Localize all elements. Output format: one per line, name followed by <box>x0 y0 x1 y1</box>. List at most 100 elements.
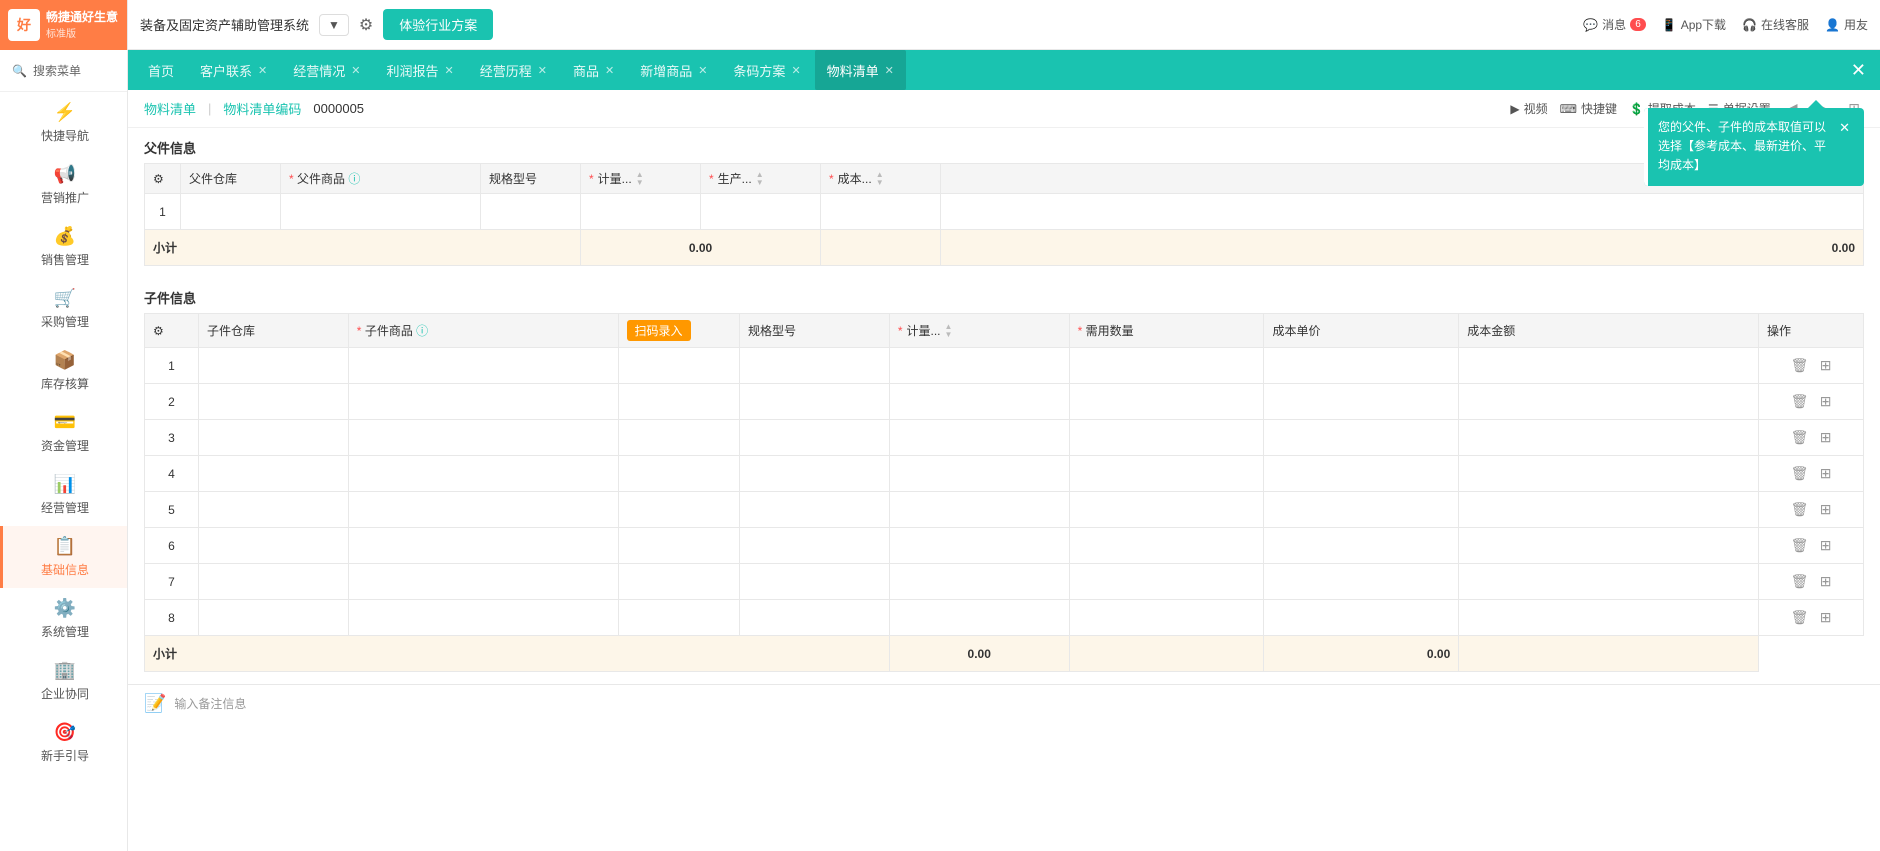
sidebar-item-operations[interactable]: 📊 经营管理 <box>0 464 127 526</box>
sidebar-item-purchase[interactable]: 🛒 采购管理 <box>0 278 127 340</box>
user-avatar[interactable]: 👤 用友 <box>1825 16 1868 33</box>
child-unit-cell-8[interactable] <box>889 600 1069 636</box>
child-product-cell-5[interactable] <box>348 492 618 528</box>
child-delete-btn-5[interactable]: 🗑 <box>1787 499 1813 520</box>
scan-input-button[interactable]: 扫码录入 <box>627 320 691 341</box>
child-product-cell-7[interactable] <box>348 564 618 600</box>
child-qty-cell-6[interactable] <box>1069 528 1264 564</box>
sidebar-item-quick-nav[interactable]: ⚡ 快捷导航 <box>0 92 127 154</box>
online-service-button[interactable]: 🎧 在线客服 <box>1742 16 1809 33</box>
child-delete-btn-8[interactable]: 🗑 <box>1787 607 1813 628</box>
tab-profit-close[interactable]: ✕ <box>445 64 454 77</box>
child-copy-btn-8[interactable]: ⊞ <box>1816 607 1836 628</box>
child-unitcost-cell-1[interactable] <box>1264 348 1459 384</box>
child-qty-cell-4[interactable] <box>1069 456 1264 492</box>
child-warehouse-cell-2[interactable] <box>198 384 348 420</box>
child-unitcost-cell-3[interactable] <box>1264 420 1459 456</box>
child-spec-cell-4[interactable] <box>739 456 889 492</box>
child-delete-btn-4[interactable]: 🗑 <box>1787 463 1813 484</box>
video-button[interactable]: ▶ 视频 <box>1510 100 1547 117</box>
tab-operations-close[interactable]: ✕ <box>351 64 360 77</box>
child-warehouse-cell-6[interactable] <box>198 528 348 564</box>
child-unit-cell-7[interactable] <box>889 564 1069 600</box>
child-product-cell-2[interactable] <box>348 384 618 420</box>
parent-cost-cell[interactable] <box>821 194 941 230</box>
child-qty-cell-1[interactable] <box>1069 348 1264 384</box>
child-spec-cell-3[interactable] <box>739 420 889 456</box>
child-copy-btn-5[interactable]: ⊞ <box>1816 499 1836 520</box>
child-qty-cell-3[interactable] <box>1069 420 1264 456</box>
child-copy-btn-7[interactable]: ⊞ <box>1816 571 1836 592</box>
tab-barcode[interactable]: 条码方案 ✕ <box>721 50 812 90</box>
child-delete-btn-6[interactable]: 🗑 <box>1787 535 1813 556</box>
child-delete-btn-3[interactable]: 🗑 <box>1787 427 1813 448</box>
tab-profit[interactable]: 利润报告 ✕ <box>374 50 465 90</box>
tab-new-goods[interactable]: 新增商品 ✕ <box>628 50 719 90</box>
child-qty-cell-8[interactable] <box>1069 600 1264 636</box>
sidebar-item-basic-info[interactable]: 📋 基础信息 <box>0 526 127 588</box>
child-spec-cell-5[interactable] <box>739 492 889 528</box>
tab-goods[interactable]: 商品 ✕ <box>561 50 626 90</box>
child-delete-btn-7[interactable]: 🗑 <box>1787 571 1813 592</box>
tab-operations[interactable]: 经营情况 ✕ <box>281 50 372 90</box>
child-product-cell-3[interactable] <box>348 420 618 456</box>
child-warehouse-cell-1[interactable] <box>198 348 348 384</box>
sys-dropdown-button[interactable]: ▼ <box>319 14 349 36</box>
parent-unit-cell[interactable] <box>581 194 701 230</box>
child-copy-btn-6[interactable]: ⊞ <box>1816 535 1836 556</box>
close-all-tabs-button[interactable]: ✕ <box>1845 60 1872 81</box>
child-unitcost-cell-5[interactable] <box>1264 492 1459 528</box>
tab-customers[interactable]: 客户联系 ✕ <box>188 50 279 90</box>
child-unitcost-cell-2[interactable] <box>1264 384 1459 420</box>
sidebar-item-marketing[interactable]: 📢 营销推广 <box>0 154 127 216</box>
child-unit-cell-5[interactable] <box>889 492 1069 528</box>
parent-produce-cell[interactable] <box>701 194 821 230</box>
child-warehouse-cell-8[interactable] <box>198 600 348 636</box>
sidebar-item-inventory[interactable]: 📦 库存核算 <box>0 340 127 402</box>
child-delete-btn-1[interactable]: 🗑 <box>1787 355 1813 376</box>
child-copy-btn-1[interactable]: ⊞ <box>1816 355 1836 376</box>
settings-gear-button[interactable]: ⚙ <box>359 15 373 35</box>
child-spec-cell-1[interactable] <box>739 348 889 384</box>
trial-button[interactable]: 体验行业方案 <box>383 9 493 40</box>
parent-warehouse-cell[interactable] <box>181 194 281 230</box>
tab-customers-close[interactable]: ✕ <box>258 64 267 77</box>
child-unitcost-cell-8[interactable] <box>1264 600 1459 636</box>
tab-home[interactable]: 首页 <box>136 50 186 90</box>
child-spec-cell-8[interactable] <box>739 600 889 636</box>
child-warehouse-cell-3[interactable] <box>198 420 348 456</box>
child-spec-cell-7[interactable] <box>739 564 889 600</box>
child-copy-btn-3[interactable]: ⊞ <box>1816 427 1836 448</box>
tab-bom[interactable]: 物料清单 ✕ <box>815 50 906 90</box>
search-menu-button[interactable]: 🔍 搜索菜单 <box>8 58 119 83</box>
child-product-cell-4[interactable] <box>348 456 618 492</box>
message-button[interactable]: 💬 消息 6 <box>1583 16 1646 33</box>
child-qty-cell-7[interactable] <box>1069 564 1264 600</box>
tooltip-close-button[interactable]: ✕ <box>1839 118 1850 139</box>
child-unit-cell-3[interactable] <box>889 420 1069 456</box>
child-copy-btn-4[interactable]: ⊞ <box>1816 463 1836 484</box>
child-delete-btn-2[interactable]: 🗑 <box>1787 391 1813 412</box>
sidebar-item-enterprise[interactable]: 🏢 企业协同 <box>0 650 127 712</box>
shortcut-button[interactable]: ⌨ 快捷键 <box>1560 100 1617 117</box>
child-product-cell-1[interactable] <box>348 348 618 384</box>
sidebar-item-system[interactable]: ⚙️ 系统管理 <box>0 588 127 650</box>
child-warehouse-cell-7[interactable] <box>198 564 348 600</box>
sidebar-item-guide[interactable]: 🎯 新手引导 <box>0 712 127 774</box>
tab-goods-close[interactable]: ✕ <box>605 64 614 77</box>
note-placeholder[interactable]: 输入备注信息 <box>174 695 246 712</box>
child-warehouse-cell-4[interactable] <box>198 456 348 492</box>
sidebar-item-finance[interactable]: 💳 资金管理 <box>0 402 127 464</box>
child-product-cell-8[interactable] <box>348 600 618 636</box>
child-unitcost-cell-4[interactable] <box>1264 456 1459 492</box>
breadcrumb-bom[interactable]: 物料清单 <box>144 99 196 118</box>
child-unitcost-cell-7[interactable] <box>1264 564 1459 600</box>
child-unit-cell-6[interactable] <box>889 528 1069 564</box>
parent-spec-cell[interactable] <box>481 194 581 230</box>
child-unit-cell-2[interactable] <box>889 384 1069 420</box>
sidebar-item-sales[interactable]: 💰 销售管理 <box>0 216 127 278</box>
tab-new-goods-close[interactable]: ✕ <box>698 64 707 77</box>
child-unit-cell-1[interactable] <box>889 348 1069 384</box>
child-spec-cell-2[interactable] <box>739 384 889 420</box>
app-download-button[interactable]: 📱 App下载 <box>1662 16 1726 33</box>
